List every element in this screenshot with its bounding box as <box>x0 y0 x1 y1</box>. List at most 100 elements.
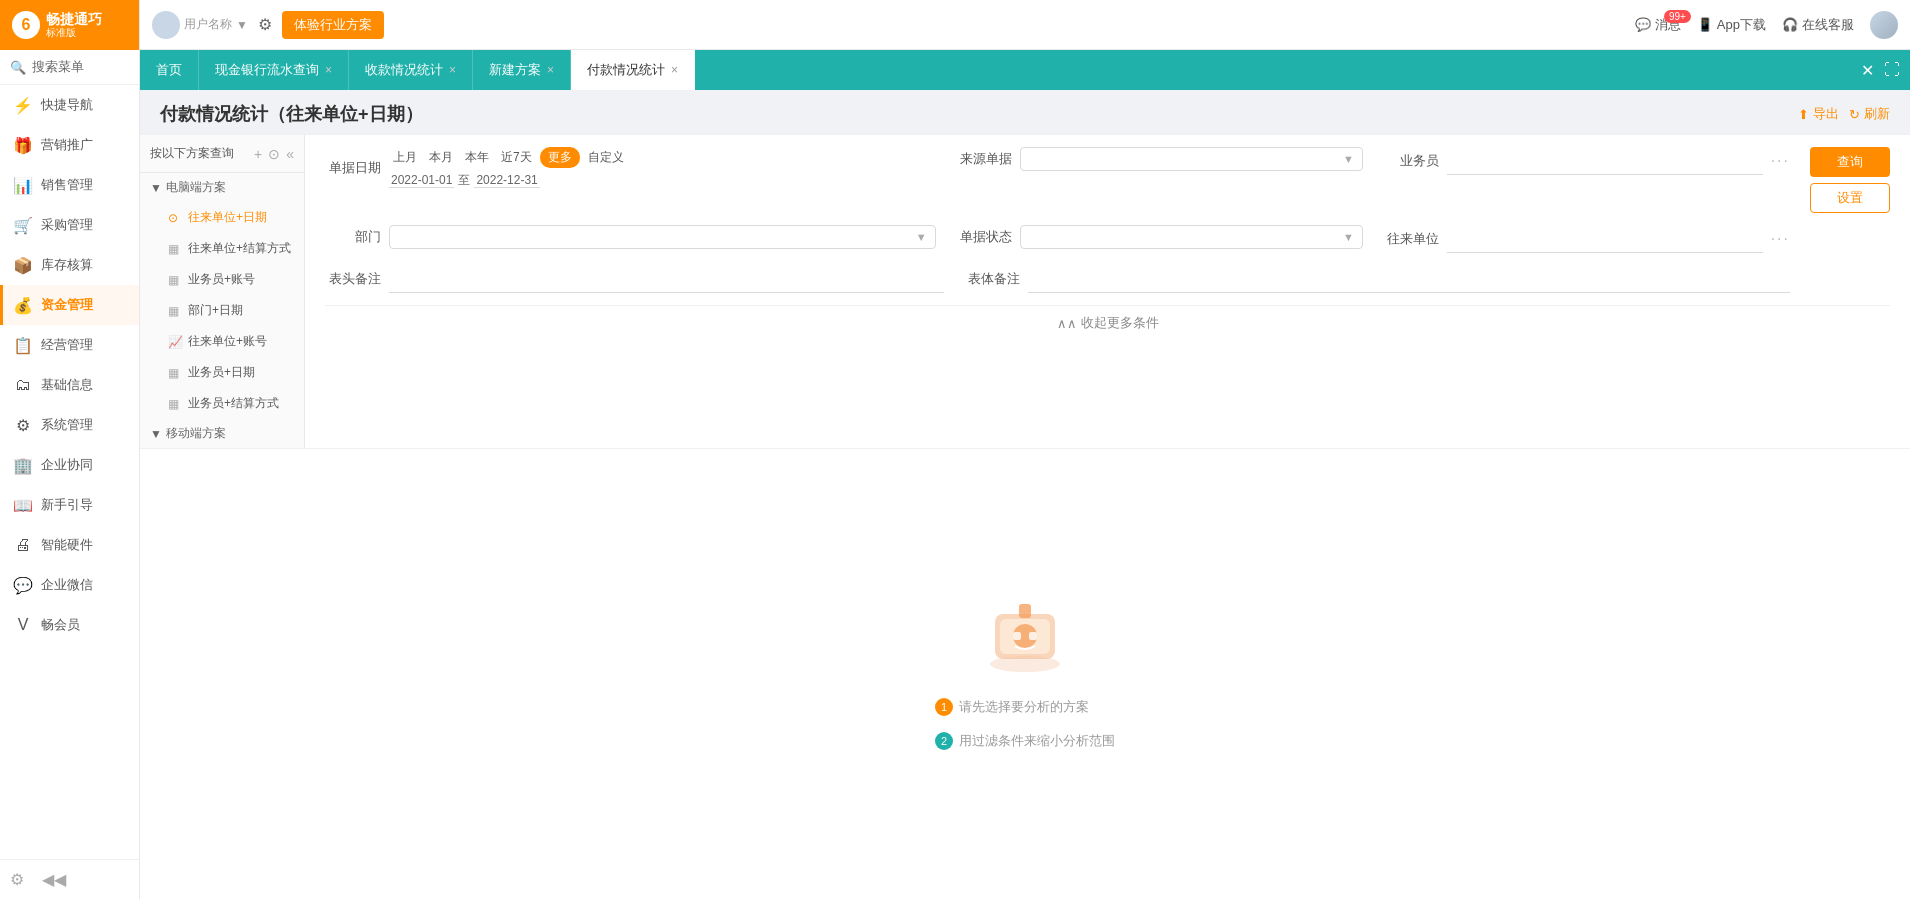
partner-dots[interactable]: ··· <box>1771 230 1790 248</box>
scheme-item-partner-date[interactable]: ⊙往来单位+日期 <box>140 202 304 233</box>
sidebar-item-inventory[interactable]: 📦库存核算 <box>0 245 139 285</box>
source-select[interactable]: ▼ <box>1020 147 1363 171</box>
sidebar-icon-enterprise: 🏢 <box>13 455 33 475</box>
query-btn[interactable]: 查询 <box>1810 147 1890 177</box>
sidebar-item-system[interactable]: ⚙系统管理 <box>0 405 139 445</box>
tab-bank-flow[interactable]: 现金银行流水查询 × <box>199 50 349 90</box>
scheme-item-staff-settle[interactable]: ▦业务员+结算方式 <box>140 388 304 419</box>
scheme-item-staff-account[interactable]: ▦业务员+账号 <box>140 264 304 295</box>
date-btn-last-month[interactable]: 上月 <box>389 147 421 168</box>
date-start[interactable]: 2022-01-01 <box>389 173 454 188</box>
tab-receipt-stats[interactable]: 收款情况统计 × <box>349 50 473 90</box>
tab-new-scheme[interactable]: 新建方案× <box>473 50 571 90</box>
scheme-item-partner-account[interactable]: 📈往来单位+账号 <box>140 326 304 357</box>
sidebar-collapse-icon[interactable]: ◀◀ <box>42 870 66 889</box>
svg-rect-4 <box>1013 632 1021 640</box>
scheme-add-icon[interactable]: + <box>254 146 262 162</box>
staff-dots[interactable]: ··· <box>1771 152 1790 170</box>
scheme-category-label: 移动端方案 <box>166 425 226 442</box>
scheme-item-label-partner-account: 往来单位+账号 <box>188 333 267 350</box>
filter-doc-status: 单据状态 ▼ <box>956 225 1363 249</box>
sidebar-icon-member: V <box>13 615 33 635</box>
tab-close-payment-stats[interactable]: × <box>671 63 678 77</box>
topbar-gear-icon[interactable]: ⚙ <box>258 15 272 34</box>
export-label: 导出 <box>1813 105 1839 123</box>
sidebar-item-hardware[interactable]: 🖨智能硬件 <box>0 525 139 565</box>
sidebar-label-purchase: 采购管理 <box>41 216 93 234</box>
topbar-user[interactable]: 用户名称 ▼ <box>152 11 248 39</box>
filter-partner: 往来单位 ··· <box>1383 225 1790 253</box>
tab-home[interactable]: 首页 <box>140 50 199 90</box>
tab-label-receipt-stats: 收款情况统计 <box>365 61 443 79</box>
settings-btn[interactable]: 设置 <box>1810 183 1890 213</box>
trial-btn[interactable]: 体验行业方案 <box>282 11 384 39</box>
sidebar-item-base-info[interactable]: 🗂基础信息 <box>0 365 139 405</box>
date-btn-this-year[interactable]: 本年 <box>461 147 493 168</box>
tip-num-2: 2 <box>935 732 953 750</box>
sidebar-item-sales[interactable]: 📊销售管理 <box>0 165 139 205</box>
scheme-item-staff-date[interactable]: ▦业务员+日期 <box>140 357 304 388</box>
sidebar-item-member[interactable]: V畅会员 <box>0 605 139 645</box>
sidebar-item-purchase[interactable]: 🛒采购管理 <box>0 205 139 245</box>
doc-status-select[interactable]: ▼ <box>1020 225 1363 249</box>
messages-badge: 99+ <box>1664 10 1691 23</box>
date-label: 单据日期 <box>325 159 381 177</box>
scheme-item-partner-settle[interactable]: ▦往来单位+结算方式 <box>140 233 304 264</box>
scheme-settings-icon[interactable]: ⊙ <box>268 146 280 162</box>
page-actions: ⬆ 导出 ↻ 刷新 <box>1798 105 1890 123</box>
empty-tips: 1 请先选择要分析的方案 2 用过滤条件来缩小分析范围 <box>935 694 1115 754</box>
date-btn-more[interactable]: 更多 <box>540 147 580 168</box>
sidebar-item-wechat[interactable]: 💬企业微信 <box>0 565 139 605</box>
scheme-collapse-icon[interactable]: « <box>286 146 294 162</box>
scheme-item-icon-partner-settle: ▦ <box>168 242 182 256</box>
sidebar-item-marketing[interactable]: 🎁营销推广 <box>0 125 139 165</box>
tab-close-receipt-stats[interactable]: × <box>449 63 456 77</box>
svg-rect-6 <box>1019 604 1031 618</box>
tab-label-bank-flow: 现金银行流水查询 <box>215 61 319 79</box>
page-header: 付款情况统计（往来单位+日期） ⬆ 导出 ↻ 刷新 <box>140 90 1910 135</box>
topbar: 用户名称 ▼ ⚙ 体验行业方案 💬 消息 99+ 📱 App下载 🎧 在线客服 <box>140 0 1910 50</box>
date-btn-this-month[interactable]: 本月 <box>425 147 457 168</box>
sidebar-item-enterprise[interactable]: 🏢企业协同 <box>0 445 139 485</box>
collapse-bar[interactable]: ∧∧ 收起更多条件 <box>325 305 1890 340</box>
scheme-item-dept-date[interactable]: ▦部门+日期 <box>140 295 304 326</box>
sidebar-item-quick-nav[interactable]: ⚡快捷导航 <box>0 85 139 125</box>
export-btn[interactable]: ⬆ 导出 <box>1798 105 1839 123</box>
date-btn-custom[interactable]: 自定义 <box>584 147 628 168</box>
date-end[interactable]: 2022-12-31 <box>474 173 539 188</box>
user-avatar <box>152 11 180 39</box>
sidebar-search[interactable]: 🔍 搜索菜单 <box>0 50 139 85</box>
sidebar-label-base-info: 基础信息 <box>41 376 93 394</box>
scheme-items: ▼电脑端方案⊙往来单位+日期▦往来单位+结算方式▦业务员+账号▦部门+日期📈往来… <box>140 173 304 448</box>
dept-select[interactable]: ▼ <box>389 225 936 249</box>
scheme-category-移动端方案[interactable]: ▼移动端方案 <box>140 419 304 448</box>
content-body: 付款情况统计（往来单位+日期） ⬆ 导出 ↻ 刷新 按以下方案查询 <box>140 90 1910 899</box>
refresh-icon: ↻ <box>1849 107 1860 122</box>
sidebar-settings-icon[interactable]: ⚙ <box>10 870 24 889</box>
sidebar-item-finance[interactable]: 💰资金管理 <box>0 285 139 325</box>
tab-payment-stats[interactable]: 付款情况统计× <box>571 50 695 90</box>
tab-close-new-scheme[interactable]: × <box>547 63 554 77</box>
tabs-right-actions: ✕ ⛶ <box>1851 50 1910 90</box>
tab-close-all-icon[interactable]: ✕ <box>1861 61 1874 80</box>
scheme-category-电脑端方案[interactable]: ▼电脑端方案 <box>140 173 304 202</box>
tab-expand-icon[interactable]: ⛶ <box>1884 61 1900 79</box>
messages-btn[interactable]: 💬 消息 99+ <box>1635 16 1681 34</box>
user-avatar-topbar[interactable] <box>1870 11 1898 39</box>
app-download-btn[interactable]: 📱 App下载 <box>1697 16 1766 34</box>
sidebar-item-operations[interactable]: 📋经营管理 <box>0 325 139 365</box>
filter-dept: 部门 ▼ <box>325 225 936 249</box>
tip-text-2: 用过滤条件来缩小分析范围 <box>959 728 1115 754</box>
tabs-container: 首页现金银行流水查询×收款情况统计×新建方案×付款情况统计× <box>140 50 695 90</box>
sidebar-label-hardware: 智能硬件 <box>41 536 93 554</box>
sidebar-icon-inventory: 📦 <box>13 255 33 275</box>
online-service-btn[interactable]: 🎧 在线客服 <box>1782 16 1854 34</box>
date-btn-7days[interactable]: 近7天 <box>497 147 536 168</box>
refresh-btn[interactable]: ↻ 刷新 <box>1849 105 1890 123</box>
filter-section-inner: 按以下方案查询 + ⊙ « ▼电脑端方案⊙往来单位+日期▦往来单位+结算方式▦业… <box>140 135 1910 448</box>
scheme-item-label-staff-account: 业务员+账号 <box>188 271 255 288</box>
sidebar-label-system: 系统管理 <box>41 416 93 434</box>
tab-close-bank-flow[interactable]: × <box>325 63 332 77</box>
collapse-label: 收起更多条件 <box>1081 314 1159 332</box>
sidebar-item-guide[interactable]: 📖新手引导 <box>0 485 139 525</box>
